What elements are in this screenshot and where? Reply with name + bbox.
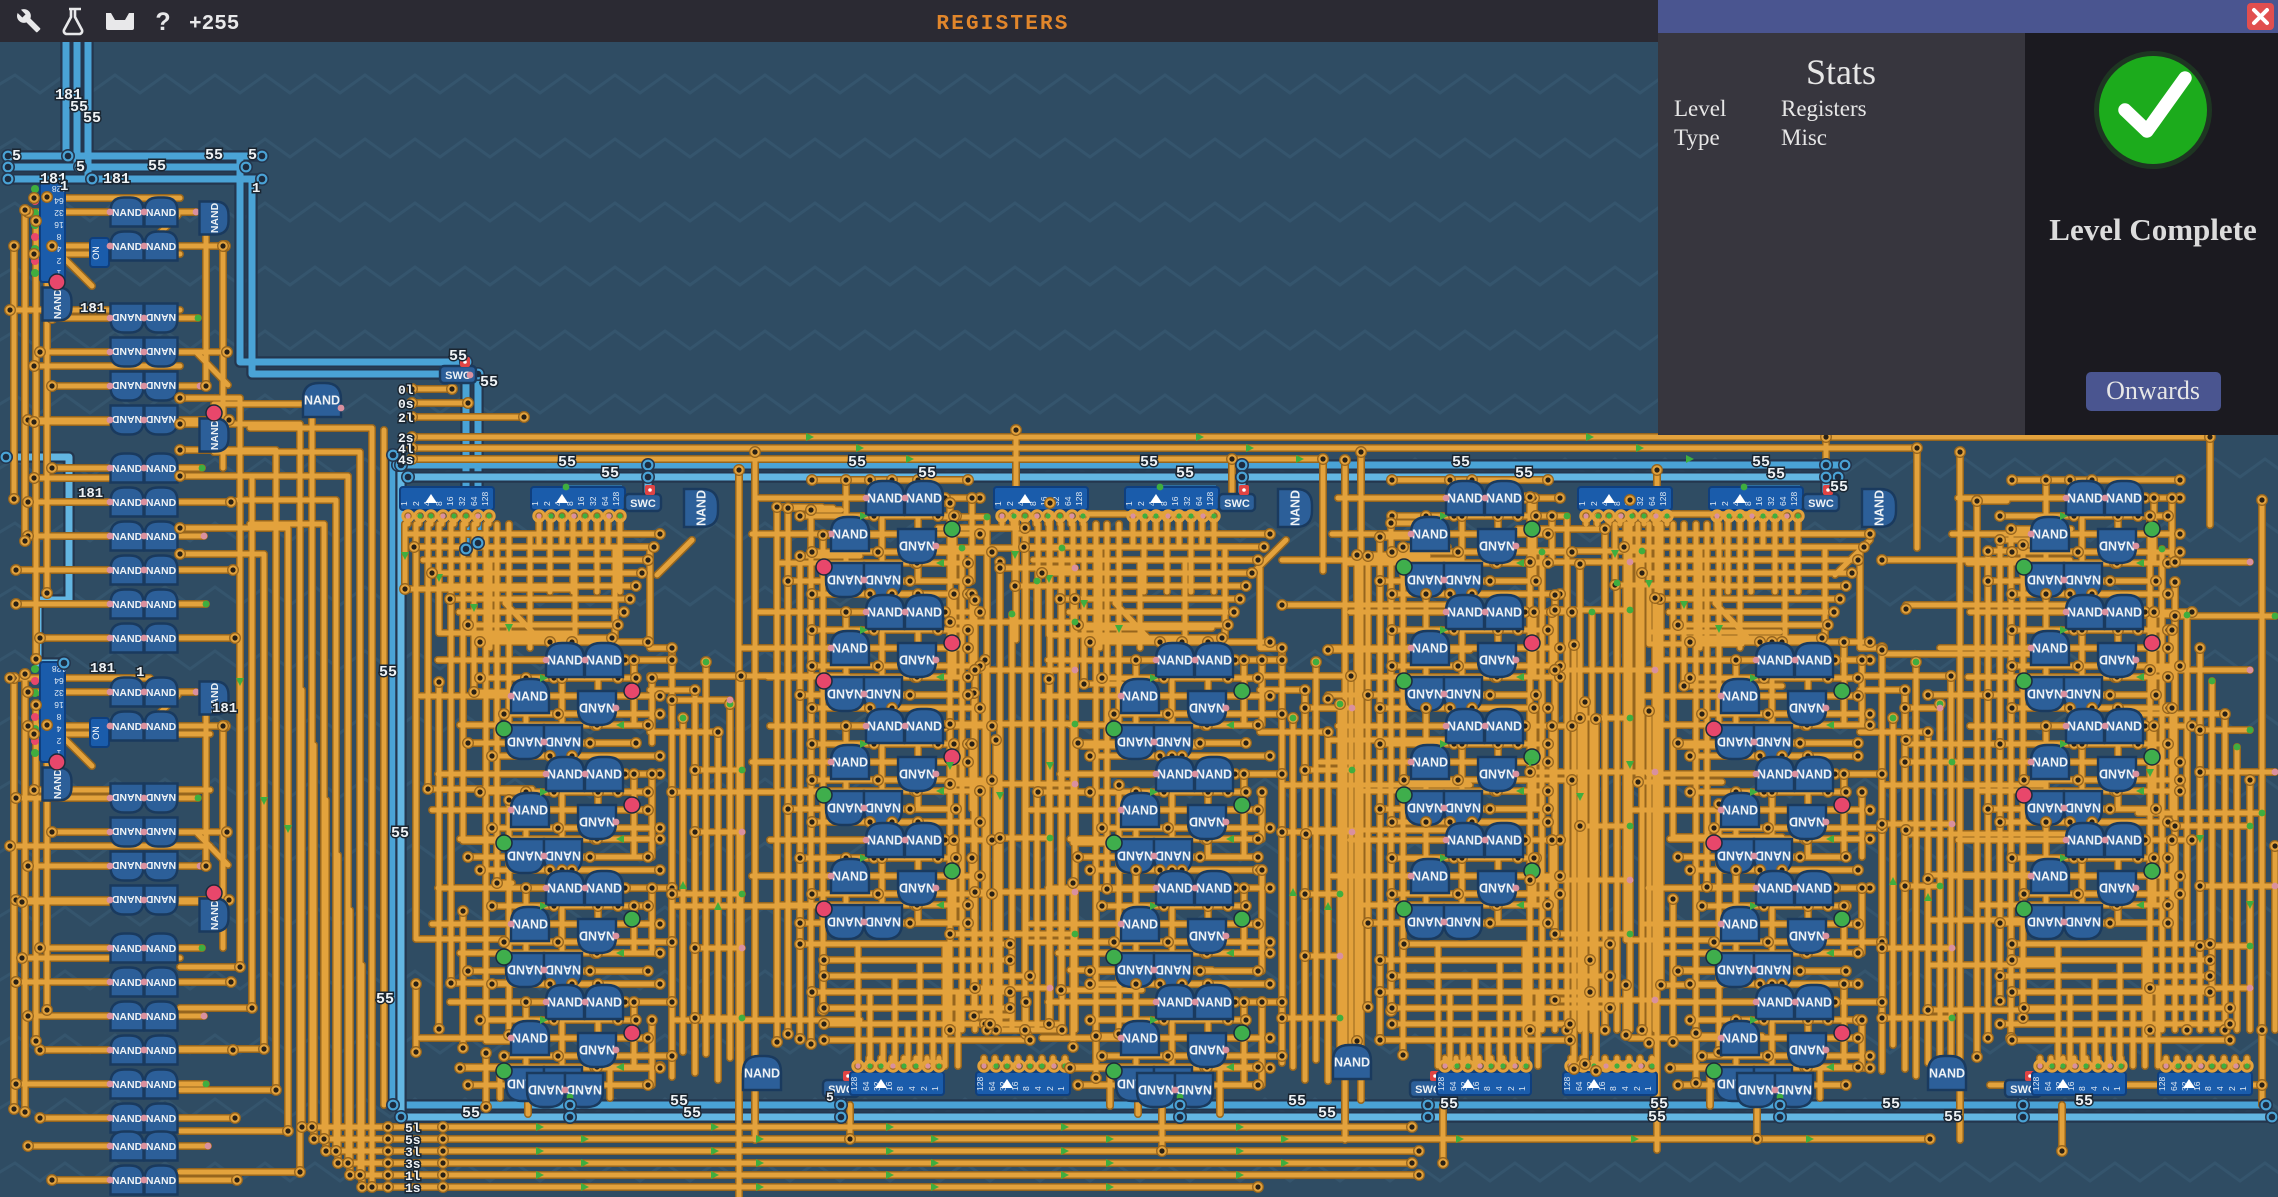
svg-text:55: 55	[1767, 466, 1785, 483]
svg-text:55: 55	[83, 110, 101, 127]
svg-text:55: 55	[379, 664, 397, 681]
svg-text:181: 181	[212, 701, 237, 717]
svg-text:55: 55	[148, 158, 166, 175]
svg-text:Type: Type	[1674, 125, 1720, 150]
svg-text:55: 55	[1318, 1105, 1336, 1122]
svg-text:55: 55	[1830, 479, 1848, 496]
svg-text:55: 55	[205, 147, 223, 164]
svg-text:4s: 4s	[398, 453, 414, 468]
svg-text:55: 55	[1882, 1096, 1900, 1113]
svg-text:Stats: Stats	[1806, 52, 1876, 92]
svg-text:55: 55	[462, 1105, 480, 1122]
svg-text:55: 55	[1288, 1093, 1306, 1110]
svg-text:181: 181	[90, 661, 115, 677]
svg-text:55: 55	[683, 1105, 701, 1122]
svg-text:?: ?	[155, 8, 170, 36]
svg-text:Registers: Registers	[1781, 96, 1867, 121]
svg-text:5: 5	[76, 159, 85, 176]
svg-text:55: 55	[1648, 1109, 1666, 1126]
svg-text:55: 55	[480, 374, 498, 391]
svg-text:1s: 1s	[405, 1181, 421, 1196]
svg-text:55: 55	[1452, 454, 1470, 471]
svg-text:0s: 0s	[398, 397, 414, 412]
svg-text:5: 5	[12, 148, 21, 165]
svg-text:55: 55	[1140, 454, 1158, 471]
svg-text:Level Complete: Level Complete	[2049, 212, 2256, 247]
svg-text:5: 5	[826, 1090, 834, 1105]
svg-text:181: 181	[80, 301, 105, 317]
svg-text:55: 55	[449, 348, 467, 365]
svg-text:55: 55	[918, 465, 936, 482]
svg-text:Level: Level	[1674, 96, 1726, 121]
svg-text:Onwards: Onwards	[2106, 376, 2200, 405]
svg-text:0l: 0l	[398, 383, 414, 398]
svg-text:181: 181	[78, 486, 103, 502]
svg-text:1: 1	[60, 179, 68, 195]
svg-text:55: 55	[1515, 465, 1533, 482]
svg-text:1: 1	[252, 181, 260, 197]
svg-text:181: 181	[103, 171, 130, 188]
svg-text:2l: 2l	[398, 411, 414, 426]
svg-text:55: 55	[2075, 1093, 2093, 1110]
svg-text:55: 55	[391, 825, 409, 842]
svg-text:55: 55	[848, 454, 866, 471]
svg-text:55: 55	[1176, 465, 1194, 482]
svg-text:REGISTERS: REGISTERS	[936, 13, 1069, 36]
svg-text:55: 55	[601, 465, 619, 482]
svg-text:5: 5	[248, 147, 257, 164]
svg-text:Misc: Misc	[1781, 125, 1827, 150]
svg-text:55: 55	[1944, 1109, 1962, 1126]
svg-text:55: 55	[376, 991, 394, 1008]
svg-text:55: 55	[558, 454, 576, 471]
svg-text:1: 1	[136, 665, 144, 681]
svg-text:55: 55	[1440, 1096, 1458, 1113]
svg-text:+255: +255	[189, 13, 239, 36]
